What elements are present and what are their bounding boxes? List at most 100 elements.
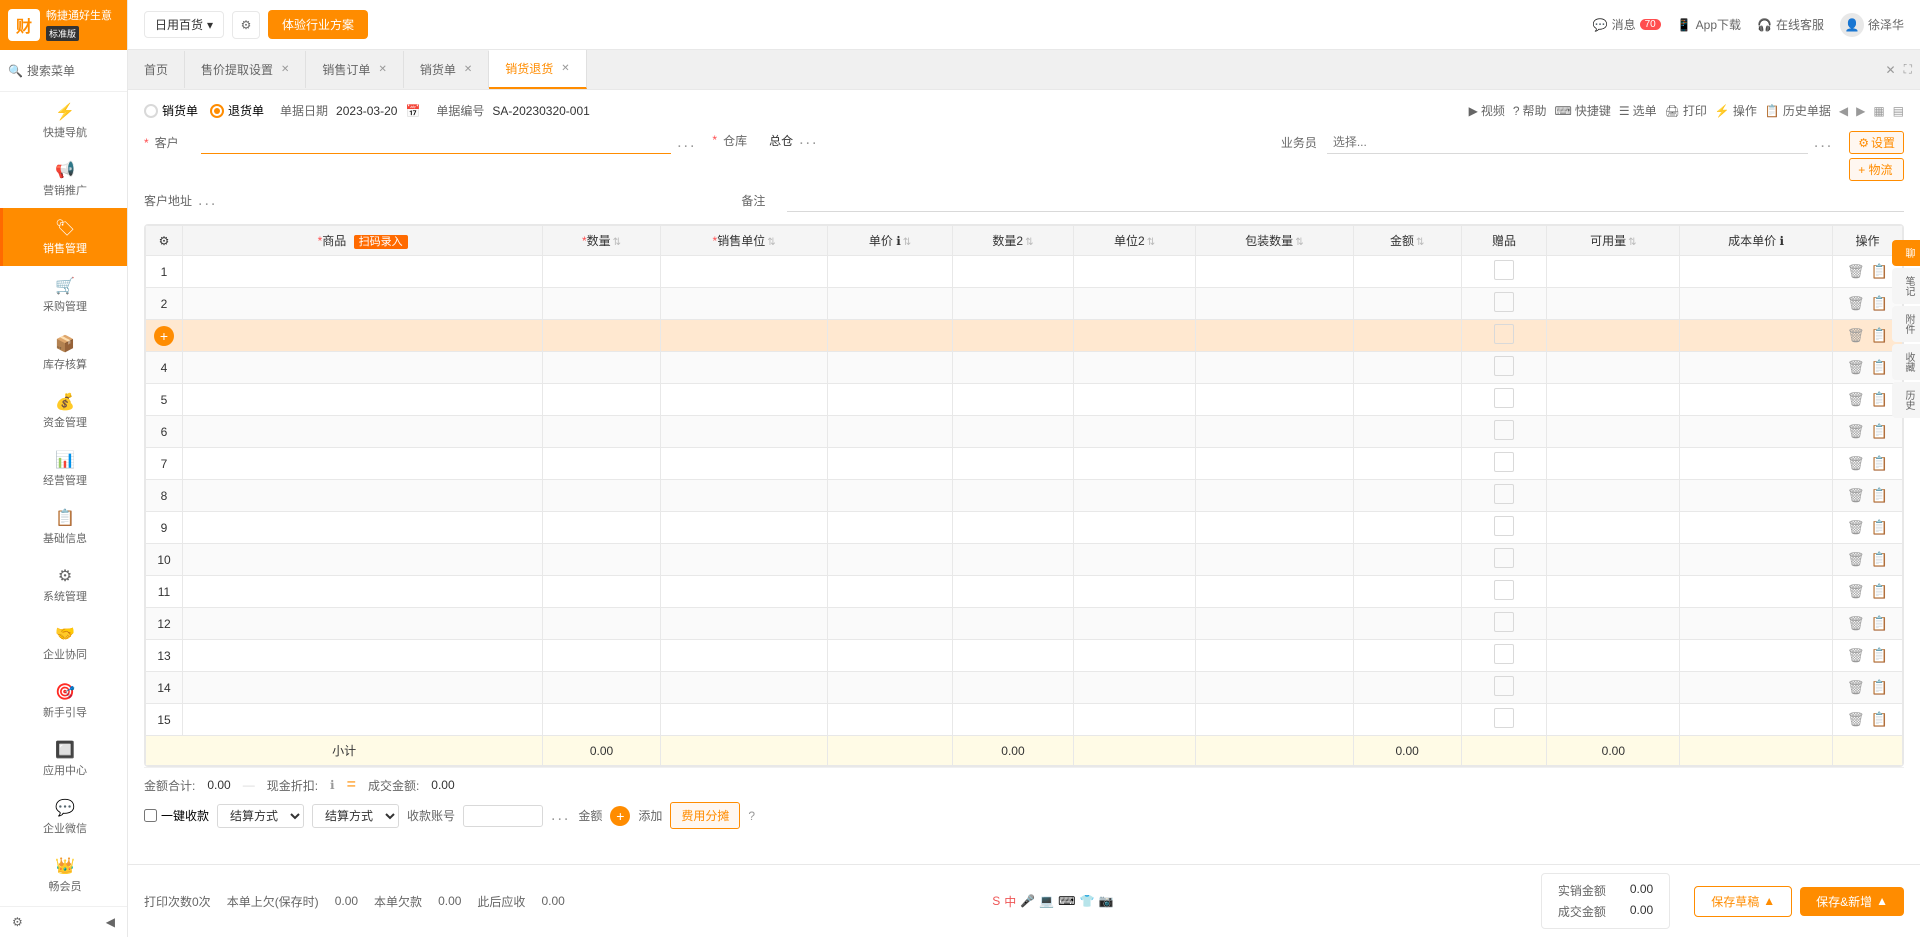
- select-order-button[interactable]: ☰ 选单: [1619, 102, 1657, 119]
- delete-icon[interactable]: 🗑: [1847, 327, 1865, 344]
- row-unit[interactable]: [660, 672, 828, 704]
- row-product[interactable]: [183, 576, 543, 608]
- help-button[interactable]: ? 帮助: [1513, 102, 1547, 119]
- row-price[interactable]: [828, 448, 952, 480]
- row-qty[interactable]: [543, 480, 660, 512]
- right-btn-star[interactable]: 收藏: [1892, 344, 1920, 380]
- row-available[interactable]: [1547, 704, 1680, 736]
- row-gift[interactable]: [1461, 480, 1547, 512]
- sidebar-item-inventory[interactable]: 📦 库存核算: [0, 324, 127, 382]
- row-unit2[interactable]: [1074, 576, 1196, 608]
- industry-select[interactable]: 日用百货 ▾: [144, 11, 224, 38]
- row-unit2[interactable]: [1074, 288, 1196, 320]
- row-unit[interactable]: [660, 352, 828, 384]
- settings-icon[interactable]: ⚙: [12, 915, 23, 929]
- gift-checkbox[interactable]: [1494, 388, 1514, 408]
- delete-icon[interactable]: 🗑: [1847, 487, 1865, 504]
- row-qty2[interactable]: [952, 480, 1074, 512]
- row-qty[interactable]: [543, 256, 660, 288]
- row-unit2[interactable]: [1074, 640, 1196, 672]
- sidebar-item-shortcut[interactable]: ⚡ 快捷导航: [0, 92, 127, 150]
- row-qty[interactable]: [543, 352, 660, 384]
- copy-icon[interactable]: 📋: [1871, 327, 1888, 344]
- row-unit2[interactable]: [1074, 512, 1196, 544]
- online-service-button[interactable]: 🎧 在线客服: [1757, 16, 1824, 33]
- row-gift[interactable]: [1461, 288, 1547, 320]
- row-cost-price[interactable]: [1680, 672, 1833, 704]
- right-btn-note[interactable]: 笔记: [1892, 268, 1920, 304]
- row-unit2[interactable]: [1074, 384, 1196, 416]
- row-price[interactable]: [828, 256, 952, 288]
- row-unit2[interactable]: [1074, 608, 1196, 640]
- row-cost-price[interactable]: [1680, 384, 1833, 416]
- remark-input[interactable]: [787, 189, 1904, 212]
- grid-view-icon[interactable]: ▦: [1873, 104, 1884, 118]
- row-qty2[interactable]: [952, 256, 1074, 288]
- row-price[interactable]: [828, 384, 952, 416]
- row-amount[interactable]: [1353, 352, 1461, 384]
- row-cost-price[interactable]: [1680, 288, 1833, 320]
- row-gift[interactable]: [1461, 448, 1547, 480]
- copy-icon[interactable]: 📋: [1871, 647, 1888, 664]
- row-amount[interactable]: [1353, 448, 1461, 480]
- row-available[interactable]: [1547, 512, 1680, 544]
- row-product[interactable]: [183, 512, 543, 544]
- copy-icon[interactable]: 📋: [1871, 711, 1888, 728]
- row-pkg-qty[interactable]: [1195, 256, 1353, 288]
- print-button[interactable]: 🖨 打印: [1665, 102, 1707, 119]
- video-button[interactable]: ▶ 视频: [1469, 102, 1505, 119]
- row-pkg-qty[interactable]: [1195, 480, 1353, 512]
- shortcut-button[interactable]: ⌨ 快捷键: [1555, 102, 1611, 119]
- sidebar-item-operation[interactable]: 📊 经营管理: [0, 440, 127, 498]
- logistics-btn[interactable]: + 物流: [1849, 158, 1904, 181]
- row-qty2[interactable]: [952, 576, 1074, 608]
- row-amount[interactable]: [1353, 416, 1461, 448]
- row-amount[interactable]: [1353, 288, 1461, 320]
- row-amount[interactable]: [1353, 512, 1461, 544]
- row-qty[interactable]: [543, 512, 660, 544]
- gift-checkbox[interactable]: [1494, 324, 1514, 344]
- row-unit[interactable]: [660, 384, 828, 416]
- row-amount[interactable]: [1353, 256, 1461, 288]
- copy-icon[interactable]: 📋: [1871, 551, 1888, 568]
- row-amount[interactable]: [1353, 480, 1461, 512]
- row-product[interactable]: [183, 416, 543, 448]
- row-qty[interactable]: [543, 640, 660, 672]
- row-pkg-qty[interactable]: [1195, 672, 1353, 704]
- copy-icon[interactable]: 📋: [1871, 519, 1888, 536]
- row-unit[interactable]: [660, 288, 828, 320]
- delete-icon[interactable]: 🗑: [1847, 551, 1865, 568]
- copy-icon[interactable]: 📋: [1871, 487, 1888, 504]
- account-dots[interactable]: ...: [551, 807, 570, 825]
- row-available[interactable]: [1547, 288, 1680, 320]
- row-price[interactable]: [828, 640, 952, 672]
- close-tab-icon[interactable]: ✕: [1886, 63, 1896, 77]
- one-click-payment-checkbox[interactable]: [144, 809, 157, 822]
- tab-close-sale-return[interactable]: ✕: [561, 63, 569, 74]
- row-available[interactable]: [1547, 608, 1680, 640]
- add-row-button[interactable]: +: [154, 326, 174, 346]
- gift-checkbox[interactable]: [1494, 644, 1514, 664]
- row-gift[interactable]: [1461, 608, 1547, 640]
- row-gift[interactable]: [1461, 576, 1547, 608]
- next-record-icon[interactable]: ▶: [1856, 104, 1865, 118]
- delete-icon[interactable]: 🗑: [1847, 519, 1865, 536]
- row-unit2[interactable]: [1074, 448, 1196, 480]
- copy-icon[interactable]: 📋: [1871, 615, 1888, 632]
- calendar-icon[interactable]: 📅: [405, 104, 420, 118]
- right-btn-chat[interactable]: 聊: [1892, 240, 1920, 266]
- row-pkg-qty[interactable]: [1195, 288, 1353, 320]
- gift-checkbox[interactable]: [1494, 292, 1514, 312]
- row-price[interactable]: [828, 352, 952, 384]
- collapse-icon[interactable]: ◀: [106, 915, 115, 929]
- row-price[interactable]: [828, 320, 952, 352]
- row-available[interactable]: [1547, 448, 1680, 480]
- row-unit2[interactable]: [1074, 320, 1196, 352]
- tab-close-sale-goods[interactable]: ✕: [464, 64, 472, 75]
- row-cost-price[interactable]: [1680, 640, 1833, 672]
- settings-gear-button[interactable]: ⚙: [232, 11, 260, 39]
- sidebar-item-member[interactable]: 👑 畅会员: [0, 846, 127, 904]
- sidebar-item-enterprise[interactable]: 🤝 企业协同: [0, 614, 127, 672]
- row-product[interactable]: [183, 352, 543, 384]
- row-available[interactable]: [1547, 640, 1680, 672]
